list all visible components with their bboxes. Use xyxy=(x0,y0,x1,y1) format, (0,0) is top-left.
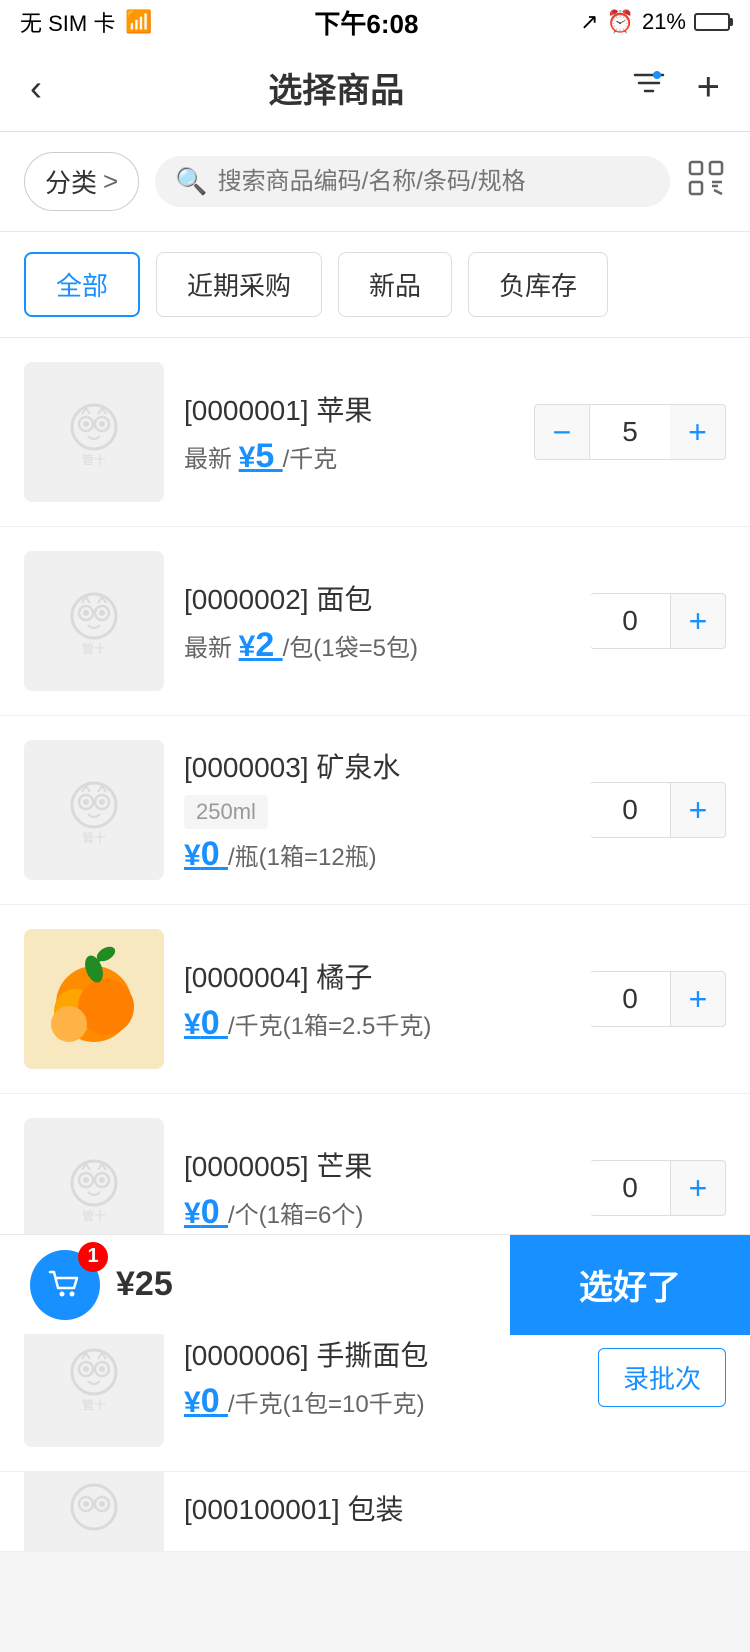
increase-button-1[interactable]: + xyxy=(670,404,726,460)
list-item: [000100001] 包装 xyxy=(0,1472,750,1552)
quantity-input-3[interactable] xyxy=(590,782,670,838)
product-info-2: [0000002] 面包 最新 ¥2 /包(1袋=5包) xyxy=(184,578,570,665)
battery-percent: 21% xyxy=(642,9,686,35)
list-item: 管十 [0000001] 苹果 最新 ¥5 /千克 − + xyxy=(0,338,750,527)
quantity-input-1[interactable] xyxy=(590,404,670,460)
cart-badge: 1 xyxy=(78,1242,108,1272)
svg-text:管十: 管十 xyxy=(82,830,106,845)
product-list: 管十 [0000001] 苹果 最新 ¥5 /千克 − + xyxy=(0,338,750,1652)
alarm-icon: ⏰ xyxy=(607,9,634,35)
product-info-5: [0000005] 芒果 ¥0 /个(1箱=6个) xyxy=(184,1145,570,1232)
decrease-button-1[interactable]: − xyxy=(534,404,590,460)
tab-new[interactable]: 新品 xyxy=(338,252,452,317)
add-icon[interactable]: + xyxy=(697,65,720,110)
cart-button[interactable]: 1 xyxy=(30,1250,100,1320)
search-bar: 分类 > 🔍 xyxy=(0,132,750,232)
wifi-icon: 📶 xyxy=(125,9,152,35)
product-image-1: 管十 xyxy=(24,362,164,502)
svg-text:管十: 管十 xyxy=(82,1208,106,1223)
product-price-5: ¥0 /个(1箱=6个) xyxy=(184,1193,570,1232)
status-right: ↗ ⏰ 21% xyxy=(580,9,730,35)
battery-icon xyxy=(694,13,730,31)
list-item: 管十 [0000003] 矿泉水 250ml ¥0 /瓶(1箱=12瓶) + xyxy=(0,716,750,905)
quantity-control-6: 录批次 xyxy=(598,1348,726,1407)
product-price-1: 最新 ¥5 /千克 xyxy=(184,437,514,476)
quantity-input-2[interactable] xyxy=(590,593,670,649)
product-image-7 xyxy=(24,1472,164,1552)
cart-total: ¥25 xyxy=(116,1265,173,1304)
svg-text:管十: 管十 xyxy=(82,1397,106,1412)
quantity-control-4: + xyxy=(590,971,726,1027)
product-image-3: 管十 xyxy=(24,740,164,880)
bottom-bar: 1 ¥25 选好了 xyxy=(0,1234,750,1334)
cart-area: 1 ¥25 xyxy=(0,1250,510,1320)
product-image-2: 管十 xyxy=(24,551,164,691)
nav-bar: ‹ 选择商品 + xyxy=(0,44,750,132)
tab-bar: 全部 近期采购 新品 负库存 xyxy=(0,232,750,338)
increase-button-5[interactable]: + xyxy=(670,1160,726,1216)
increase-button-3[interactable]: + xyxy=(670,782,726,838)
product-spec-3: 250ml xyxy=(184,795,268,829)
tab-all[interactable]: 全部 xyxy=(24,252,140,317)
search-icon: 🔍 xyxy=(175,166,207,197)
product-info-7: [000100001] 包装 xyxy=(184,1488,726,1536)
search-input-wrap: 🔍 xyxy=(155,156,670,207)
increase-button-4[interactable]: + xyxy=(670,971,726,1027)
product-name-3: [0000003] 矿泉水 xyxy=(184,746,570,786)
product-info-1: [0000001] 苹果 最新 ¥5 /千克 xyxy=(184,389,514,476)
quantity-control-2: + xyxy=(590,593,726,649)
tab-recent[interactable]: 近期采购 xyxy=(156,252,322,317)
search-input[interactable] xyxy=(218,168,650,196)
product-image-4 xyxy=(24,929,164,1069)
product-name-5: [0000005] 芒果 xyxy=(184,1145,570,1185)
product-name-6: [0000006] 手撕面包 xyxy=(184,1334,578,1374)
nav-actions: + xyxy=(631,65,720,110)
quantity-input-4[interactable] xyxy=(590,971,670,1027)
confirm-button[interactable]: 选好了 xyxy=(510,1235,750,1335)
product-info-4: [0000004] 橘子 ¥0 /千克(1箱=2.5千克) xyxy=(184,956,570,1043)
product-price-3: ¥0 /瓶(1箱=12瓶) xyxy=(184,835,570,874)
status-time: 下午6:08 xyxy=(314,4,418,41)
product-price-2: 最新 ¥2 /包(1袋=5包) xyxy=(184,626,570,665)
page-title: 选择商品 xyxy=(268,63,404,112)
increase-button-2[interactable]: + xyxy=(670,593,726,649)
back-button[interactable]: ‹ xyxy=(30,67,42,109)
quantity-input-5[interactable] xyxy=(590,1160,670,1216)
status-bar: 无 SIM 卡 📶 下午6:08 ↗ ⏰ 21% xyxy=(0,0,750,44)
product-price-4: ¥0 /千克(1箱=2.5千克) xyxy=(184,1004,570,1043)
svg-text:管十: 管十 xyxy=(82,641,106,656)
product-info-6: [0000006] 手撕面包 ¥0 /千克(1包=10千克) xyxy=(184,1334,578,1421)
tab-negative-stock[interactable]: 负库存 xyxy=(468,252,608,317)
svg-text:管十: 管十 xyxy=(82,452,106,467)
chevron-right-icon: > xyxy=(103,166,118,197)
status-left: 无 SIM 卡 📶 xyxy=(20,6,153,38)
list-item: 管十 [0000002] 面包 最新 ¥2 /包(1袋=5包) + xyxy=(0,527,750,716)
carrier-label: 无 SIM 卡 xyxy=(20,6,115,38)
filter-icon[interactable] xyxy=(631,65,667,110)
product-name-7: [000100001] 包装 xyxy=(184,1488,726,1528)
product-name-1: [0000001] 苹果 xyxy=(184,389,514,429)
product-name-2: [0000002] 面包 xyxy=(184,578,570,618)
product-info-3: [0000003] 矿泉水 250ml ¥0 /瓶(1箱=12瓶) xyxy=(184,746,570,874)
batch-button-6[interactable]: 录批次 xyxy=(598,1348,726,1407)
product-price-6: ¥0 /千克(1包=10千克) xyxy=(184,1382,578,1421)
location-icon: ↗ xyxy=(580,9,598,35)
category-button[interactable]: 分类 > xyxy=(24,152,139,211)
list-item: [0000004] 橘子 ¥0 /千克(1箱=2.5千克) + xyxy=(0,905,750,1094)
quantity-control-3: + xyxy=(590,782,726,838)
scan-icon[interactable] xyxy=(686,158,726,206)
product-name-4: [0000004] 橘子 xyxy=(184,956,570,996)
quantity-control-1: − + xyxy=(534,404,726,460)
quantity-control-5: + xyxy=(590,1160,726,1216)
